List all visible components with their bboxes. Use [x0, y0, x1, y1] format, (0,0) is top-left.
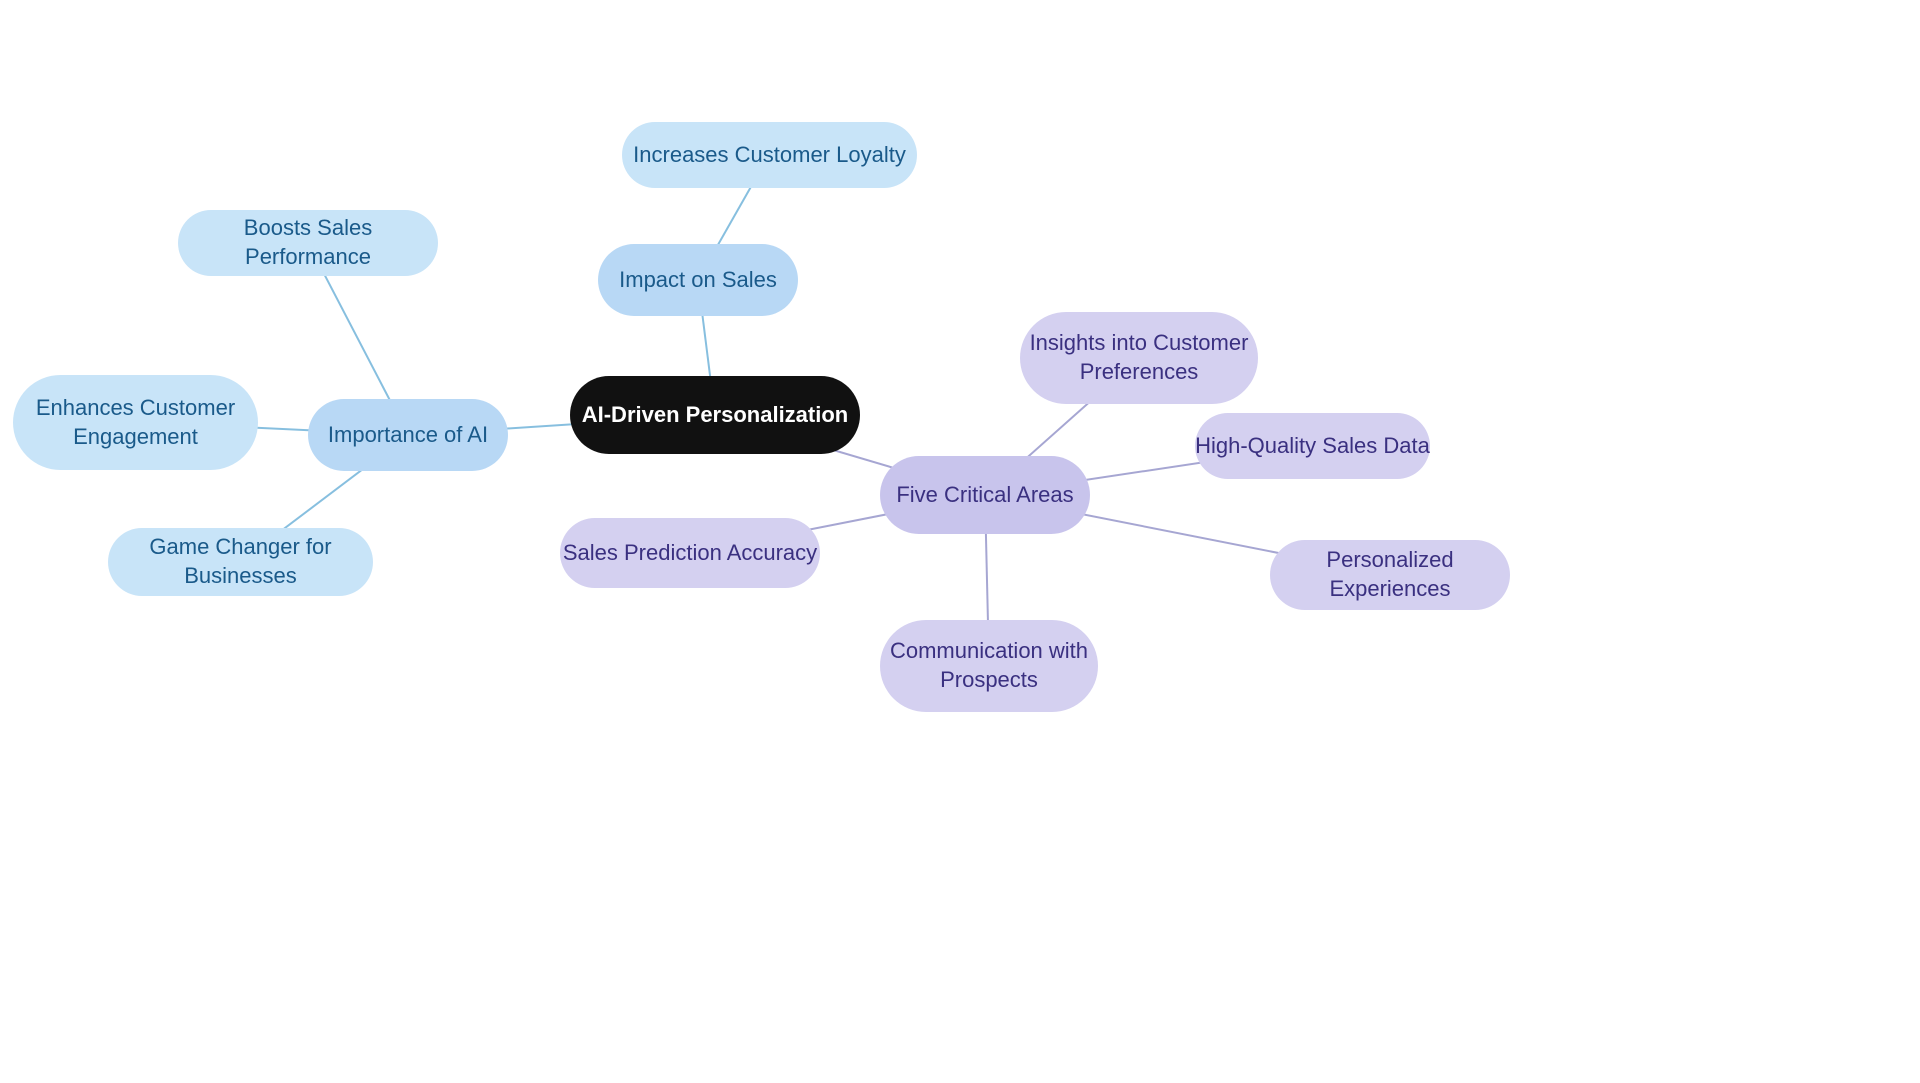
insights-customer-label: Insights into Customer Preferences [1020, 329, 1258, 386]
importance-of-ai-label: Importance of AI [328, 421, 488, 450]
insights-customer-node: Insights into Customer Preferences [1020, 312, 1258, 404]
communication-label: Communication with Prospects [880, 637, 1098, 694]
boosts-sales-node: Boosts Sales Performance [178, 210, 438, 276]
high-quality-label: High-Quality Sales Data [1195, 432, 1430, 461]
enhances-engagement-node: Enhances Customer Engagement [13, 375, 258, 470]
increases-loyalty-label: Increases Customer Loyalty [633, 141, 906, 170]
boosts-sales-label: Boosts Sales Performance [178, 214, 438, 271]
increases-loyalty-node: Increases Customer Loyalty [622, 122, 917, 188]
five-critical-areas-label: Five Critical Areas [896, 481, 1073, 510]
importance-of-ai-node: Importance of AI [308, 399, 508, 471]
communication-node: Communication with Prospects [880, 620, 1098, 712]
sales-prediction-node: Sales Prediction Accuracy [560, 518, 820, 588]
impact-on-sales-label: Impact on Sales [619, 266, 777, 295]
enhances-engagement-label: Enhances Customer Engagement [13, 394, 258, 451]
sales-prediction-label: Sales Prediction Accuracy [563, 539, 817, 568]
high-quality-node: High-Quality Sales Data [1195, 413, 1430, 479]
game-changer-node: Game Changer for Businesses [108, 528, 373, 596]
center-node-label: AI-Driven Personalization [582, 401, 849, 430]
personalized-exp-node: Personalized Experiences [1270, 540, 1510, 610]
personalized-exp-label: Personalized Experiences [1270, 546, 1510, 603]
game-changer-label: Game Changer for Businesses [108, 533, 373, 590]
impact-on-sales-node: Impact on Sales [598, 244, 798, 316]
center-node: AI-Driven Personalization [570, 376, 860, 454]
five-critical-areas-node: Five Critical Areas [880, 456, 1090, 534]
